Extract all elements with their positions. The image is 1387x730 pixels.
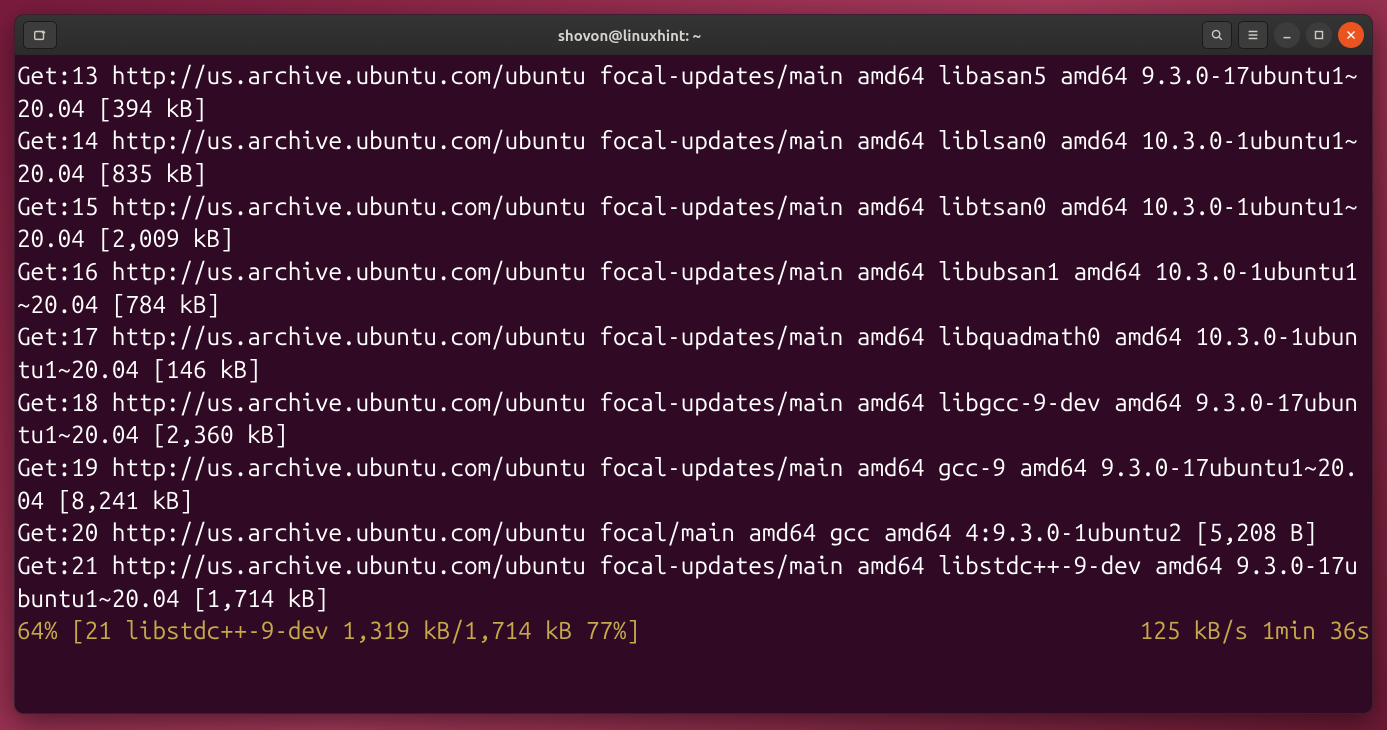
progress-right: 125 kB/s 1min 36s xyxy=(1140,614,1370,647)
search-icon xyxy=(1210,28,1224,42)
titlebar[interactable]: shovon@linuxhint: ~ xyxy=(15,15,1372,55)
new-tab-icon xyxy=(33,28,47,42)
search-button[interactable] xyxy=(1202,21,1232,49)
minimize-icon xyxy=(1280,28,1294,42)
close-button[interactable] xyxy=(1338,22,1364,48)
apt-output-lines: Get:13 http://us.archive.ubuntu.com/ubun… xyxy=(17,61,1358,612)
terminal-window: shovon@linuxhint: ~ Get:13 http://us.arc… xyxy=(14,14,1373,714)
maximize-icon xyxy=(1312,28,1326,42)
window-title: shovon@linuxhint: ~ xyxy=(57,27,1202,44)
hamburger-icon xyxy=(1246,28,1260,42)
close-icon xyxy=(1344,28,1358,42)
minimize-button[interactable] xyxy=(1274,22,1300,48)
maximize-button[interactable] xyxy=(1306,22,1332,48)
progress-left: 64% [21 libstdc++-9-dev 1,319 kB/1,714 k… xyxy=(17,616,640,644)
hamburger-menu-button[interactable] xyxy=(1238,21,1268,49)
terminal-output[interactable]: Get:13 http://us.archive.ubuntu.com/ubun… xyxy=(15,55,1372,713)
new-tab-button[interactable] xyxy=(23,21,57,49)
